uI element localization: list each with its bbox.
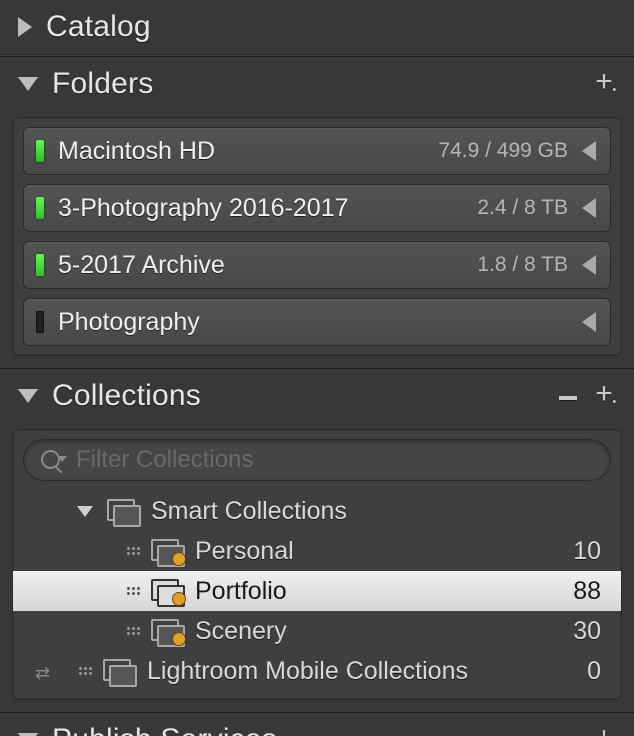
volume-name: Macintosh HD bbox=[58, 137, 438, 166]
smart-collection-item[interactable]: Scenery30 bbox=[13, 611, 621, 651]
drag-handle-icon bbox=[79, 667, 93, 675]
collection-label: Portfolio bbox=[195, 577, 573, 606]
publish-title: Publish Services bbox=[52, 723, 277, 736]
collapse-icon bbox=[18, 77, 38, 91]
collection-count: 10 bbox=[573, 537, 601, 566]
volume-status-led bbox=[36, 254, 44, 276]
collapse-icon bbox=[77, 506, 93, 517]
collection-count: 30 bbox=[573, 617, 601, 646]
smart-collections-group[interactable]: Smart Collections bbox=[13, 491, 621, 531]
collections-header[interactable]: Collections +. bbox=[0, 369, 634, 423]
collections-body: Smart Collections Personal10Portfolio88S… bbox=[12, 429, 622, 700]
disclosure-left-icon bbox=[582, 141, 596, 161]
folders-title: Folders bbox=[52, 67, 153, 101]
collections-section: Collections +. Smart Collections bbox=[0, 368, 634, 700]
add-publish-service-button[interactable]: +. bbox=[595, 721, 616, 736]
smart-collection-item[interactable]: Personal10 bbox=[13, 531, 621, 571]
catalog-title: Catalog bbox=[46, 10, 151, 44]
volume-size: 1.8 / 8 TB bbox=[477, 253, 568, 277]
catalog-section: Catalog bbox=[0, 0, 634, 54]
smart-collections-label: Smart Collections bbox=[151, 497, 621, 526]
volumes-list: Macintosh HD74.9 / 499 GB 3-Photography 2… bbox=[12, 117, 622, 356]
drag-handle-icon bbox=[127, 587, 141, 595]
publish-header[interactable]: Publish Services +. bbox=[0, 713, 634, 736]
disclosure-left-icon bbox=[582, 255, 596, 275]
collection-label: Scenery bbox=[195, 617, 573, 646]
volume-size: 2.4 / 8 TB bbox=[477, 196, 568, 220]
collection-label: Personal bbox=[195, 537, 573, 566]
volume-status-led bbox=[36, 197, 44, 219]
collections-title: Collections bbox=[52, 379, 201, 413]
volume-status-led bbox=[36, 311, 44, 333]
collection-set-icon bbox=[107, 499, 139, 523]
sync-icon: ⇄ bbox=[35, 663, 50, 684]
drag-handle-icon bbox=[127, 627, 141, 635]
catalog-header[interactable]: Catalog bbox=[0, 0, 634, 54]
collection-set-icon bbox=[103, 659, 135, 683]
smart-collection-icon bbox=[151, 619, 183, 643]
collapse-icon bbox=[18, 389, 38, 403]
chevron-down-icon bbox=[57, 456, 67, 462]
smart-collection-icon bbox=[151, 539, 183, 563]
expand-icon bbox=[18, 17, 32, 37]
disclosure-left-icon bbox=[582, 198, 596, 218]
remove-collection-button[interactable] bbox=[559, 396, 577, 400]
drag-handle-icon bbox=[127, 547, 141, 555]
publish-services-section: Publish Services +. bbox=[0, 712, 634, 736]
volume-name: Photography bbox=[58, 308, 582, 337]
volume-status-led bbox=[36, 140, 44, 162]
volume-row[interactable]: Photography bbox=[23, 298, 611, 346]
volume-row[interactable]: Macintosh HD74.9 / 499 GB bbox=[23, 127, 611, 175]
folders-section: Folders +. Macintosh HD74.9 / 499 GB 3-Ph… bbox=[0, 56, 634, 356]
mobile-collections-count: 0 bbox=[587, 657, 601, 686]
library-left-panel: Catalog Folders +. Macintosh HD74.9 / 49… bbox=[0, 0, 634, 736]
mobile-collections-label: Lightroom Mobile Collections bbox=[147, 657, 587, 686]
volume-size: 74.9 / 499 GB bbox=[438, 139, 568, 163]
volume-row[interactable]: 5-2017 Archive1.8 / 8 TB bbox=[23, 241, 611, 289]
smart-collection-item[interactable]: Portfolio88 bbox=[13, 571, 621, 611]
collections-tree: Smart Collections Personal10Portfolio88S… bbox=[13, 485, 621, 699]
lightroom-mobile-collections[interactable]: ⇄ Lightroom Mobile Collections 0 bbox=[13, 651, 621, 691]
folders-header[interactable]: Folders +. bbox=[0, 57, 634, 111]
volume-name: 3-Photography 2016-2017 bbox=[58, 194, 477, 223]
filter-collections-input[interactable] bbox=[23, 439, 611, 481]
add-folder-button[interactable]: +. bbox=[595, 65, 616, 99]
smart-collection-icon bbox=[151, 579, 183, 603]
filter-wrap bbox=[13, 430, 621, 485]
volume-name: 5-2017 Archive bbox=[58, 251, 477, 280]
volume-row[interactable]: 3-Photography 2016-20172.4 / 8 TB bbox=[23, 184, 611, 232]
disclosure-left-icon bbox=[582, 312, 596, 332]
collection-count: 88 bbox=[573, 577, 601, 606]
add-collection-button[interactable]: +. bbox=[595, 377, 616, 411]
